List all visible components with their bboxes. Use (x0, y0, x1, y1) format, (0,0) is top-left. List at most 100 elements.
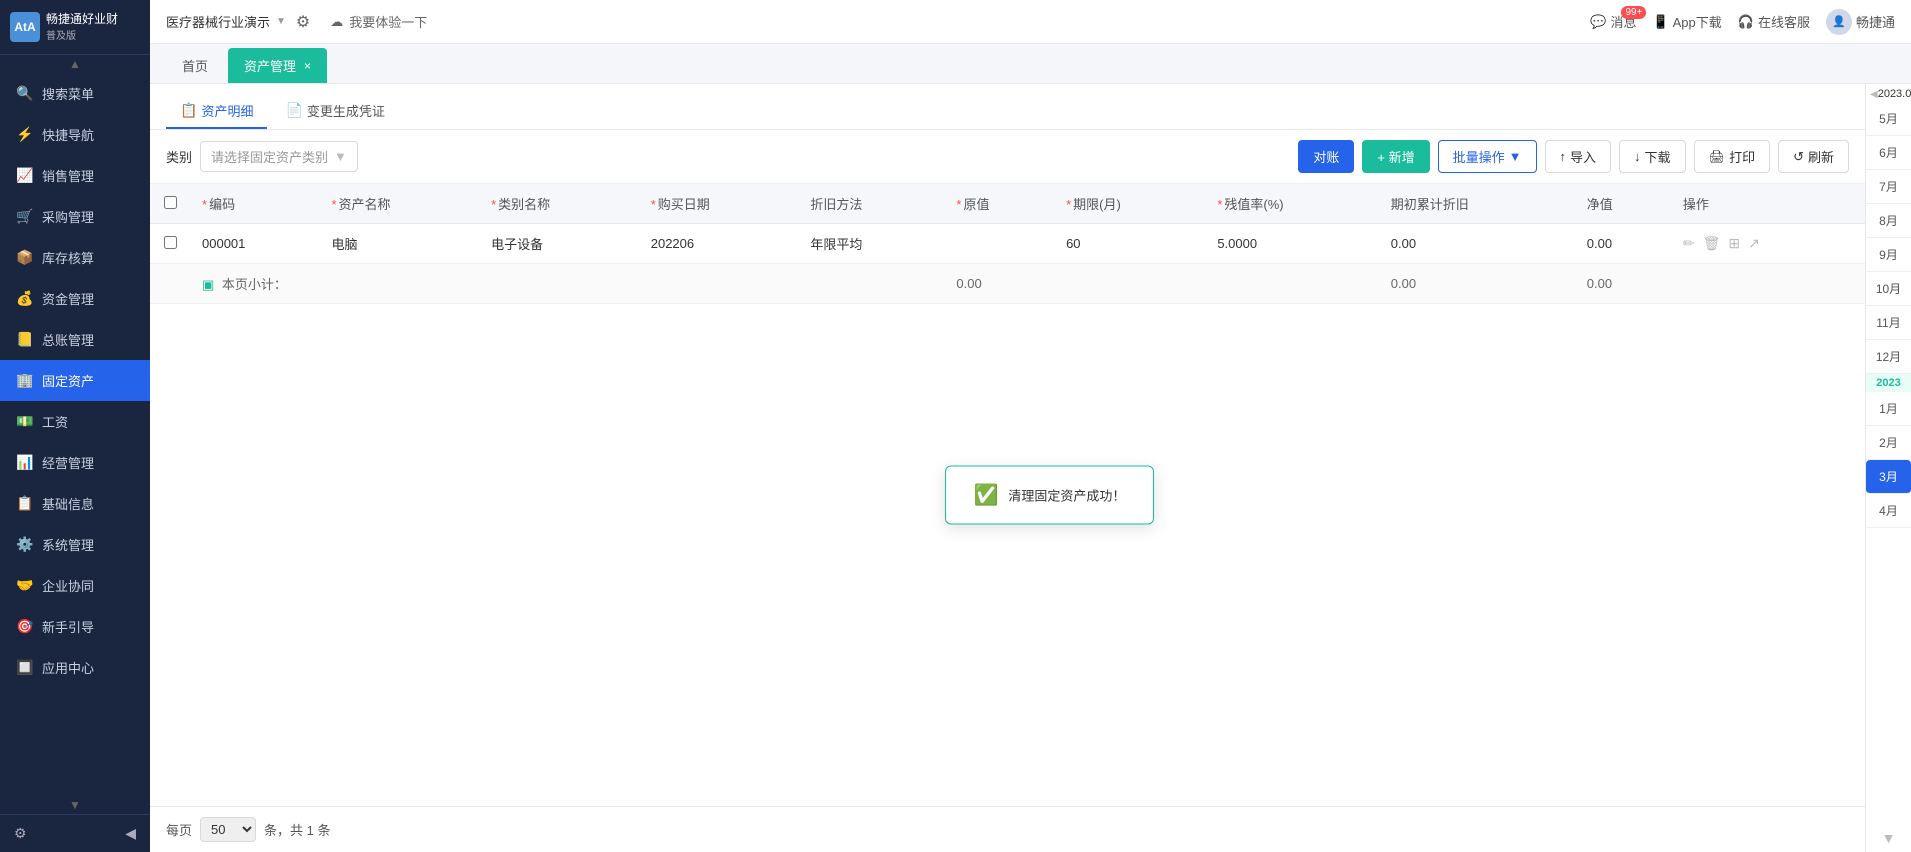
sidebar-item-label: 应用中心 (42, 658, 94, 677)
avatar: 👤 (1826, 9, 1852, 35)
sidebar-item-fixed-assets[interactable]: 🏢 固定资产 (0, 360, 150, 401)
settings-button[interactable]: ⚙ (296, 12, 310, 32)
sidebar-item-management[interactable]: 📊 经营管理 (0, 442, 150, 483)
download-label: 下载 (1645, 147, 1671, 166)
cal-month-1[interactable]: 1月 (1866, 392, 1911, 426)
cal-month-12[interactable]: 12月 (1866, 340, 1911, 374)
sidebar-item-payroll[interactable]: 💵 工资 (0, 401, 150, 442)
subtotal-icon: ▣ (202, 277, 214, 292)
delete-icon[interactable]: 🗑 (1703, 235, 1721, 252)
sidebar-item-basics[interactable]: 📋 基础信息 (0, 483, 150, 524)
print-button[interactable]: 🖨 打印 (1694, 140, 1771, 173)
tab-home[interactable]: 首页 (166, 48, 224, 83)
asset-table: *编码 *资产名称 *类别名称 *购买日期 折旧方法 *原值 *期限(月) *残… (150, 184, 1865, 304)
cell-accumulated: 0.00 (1379, 224, 1575, 264)
row-checkbox[interactable] (164, 236, 177, 249)
cal-month-2[interactable]: 2月 (1866, 426, 1911, 460)
import-button[interactable]: ↑ 导入 (1545, 140, 1612, 173)
col-original-value: *原值 (944, 184, 1054, 224)
refresh-icon: ↺ (1793, 149, 1804, 165)
copy-icon[interactable]: ⊞ (1728, 235, 1740, 252)
sidebar-item-label: 企业协同 (42, 576, 94, 595)
cal-month-3[interactable]: 3月 (1866, 460, 1911, 494)
sidebar-item-capital[interactable]: 💰 资金管理 (0, 278, 150, 319)
col-period: *期限(月) (1054, 184, 1205, 224)
company-selector[interactable]: 医疗器械行业演示 ▼ (166, 12, 286, 31)
cal-month-10[interactable]: 10月 (1866, 272, 1911, 306)
cal-month-7[interactable]: 7月 (1866, 170, 1911, 204)
sidebar-nav: 🔍 搜索菜单 ⚡ 快捷导航 📈 销售管理 🛒 采购管理 📦 库存核算 💰 资金管… (0, 73, 150, 796)
sidebar-item-search[interactable]: 🔍 搜索菜单 (0, 73, 150, 114)
subtotal-accumulated: 0.00 (1379, 264, 1575, 304)
download-button[interactable]: ↓ 下载 (1619, 140, 1686, 173)
app-download-button[interactable]: 📱 App下载 (1652, 12, 1721, 31)
reconcile-button[interactable]: 对账 (1298, 140, 1354, 173)
cal-month-9[interactable]: 9月 (1866, 238, 1911, 272)
row-checkbox-cell[interactable] (150, 224, 190, 264)
sidebar-item-system[interactable]: ⚙️ 系统管理 (0, 524, 150, 565)
message-badge: 99+ (1621, 6, 1646, 19)
cal-month-8[interactable]: 8月 (1866, 204, 1911, 238)
company-dropdown-icon: ▼ (276, 16, 286, 27)
select-all-checkbox[interactable] (164, 196, 177, 209)
subtab-asset-detail-label: 资产明细 (201, 101, 253, 120)
sidebar-item-sales[interactable]: 📈 销售管理 (0, 155, 150, 196)
cell-category: 电子设备 (479, 224, 639, 264)
ledger-icon: 📒 (16, 331, 34, 349)
experience-button[interactable]: ☁ 我要体验一下 (330, 12, 427, 31)
user-profile[interactable]: 👤 畅捷通 (1826, 9, 1895, 35)
sidebar-item-inventory[interactable]: 📦 库存核算 (0, 237, 150, 278)
online-service-button[interactable]: 🎧 在线客服 (1738, 12, 1810, 31)
sidebar-item-ledger[interactable]: 📒 总账管理 (0, 319, 150, 360)
subtab-asset-detail[interactable]: 📋 资产明细 (166, 94, 267, 129)
sidebar-item-guide[interactable]: 🎯 新手引导 (0, 606, 150, 647)
fixed-assets-icon: 🏢 (16, 372, 34, 390)
sidebar-item-label: 基础信息 (42, 494, 94, 513)
select-all-header[interactable] (150, 184, 190, 224)
more-icon[interactable]: ↗ (1748, 235, 1760, 252)
sidebar-logo: AtA 畅捷通好业财 普及版 (0, 0, 150, 55)
cell-net-value: 0.00 (1575, 224, 1671, 264)
message-button[interactable]: 💬 消息 99+ (1590, 12, 1636, 31)
cal-month-4[interactable]: 4月 (1866, 494, 1911, 528)
category-select[interactable]: 请选择固定资产类别 ▼ (200, 141, 358, 172)
sidebar-item-appcenter[interactable]: 🔲 应用中心 (0, 647, 150, 688)
edit-icon[interactable]: ✏ (1683, 235, 1695, 252)
subtab-change-voucher[interactable]: 📄 变更生成凭证 (271, 94, 398, 129)
settings-icon[interactable]: ⚙ (14, 825, 27, 842)
sidebar-item-label: 快捷导航 (42, 125, 94, 144)
refresh-button[interactable]: ↺ 刷新 (1778, 140, 1849, 173)
sidebar-item-quicknav[interactable]: ⚡ 快捷导航 (0, 114, 150, 155)
sidebar-item-purchase[interactable]: 🛒 采购管理 (0, 196, 150, 237)
sidebar-item-label: 库存核算 (42, 248, 94, 267)
cell-name: 电脑 (319, 224, 479, 264)
per-page-select[interactable]: 50 10 20 100 (200, 817, 256, 842)
collab-icon: 🤝 (16, 577, 34, 595)
tab-asset-management[interactable]: 资产管理 × (228, 48, 327, 83)
batch-button[interactable]: 批量操作 ▼ (1438, 140, 1537, 173)
collapse-icon[interactable]: ◀ (125, 825, 136, 842)
sidebar-scroll-down[interactable]: ▼ (69, 798, 81, 812)
col-accumulated: 期初累计折旧 (1379, 184, 1575, 224)
sidebar-item-label: 销售管理 (42, 166, 94, 185)
change-voucher-icon: 📄 (285, 102, 302, 119)
cal-year-label: 2023 (1866, 374, 1911, 392)
calendar-toggle[interactable]: ◀ (1870, 89, 1878, 100)
sidebar-item-collab[interactable]: 🤝 企业协同 (0, 565, 150, 606)
cal-month-6[interactable]: 6月 (1866, 136, 1911, 170)
toast-check-icon: ✅ (974, 483, 999, 508)
tab-close-icon[interactable]: × (304, 59, 311, 73)
quicknav-icon: ⚡ (16, 126, 34, 144)
online-service-label: 在线客服 (1758, 12, 1810, 31)
main-area: 医疗器械行业演示 ▼ ⚙ ☁ 我要体验一下 💬 消息 99+ 📱 App下载 🎧… (150, 0, 1911, 852)
cell-purchase-date: 202206 (639, 224, 799, 264)
cal-month-11[interactable]: 11月 (1866, 306, 1911, 340)
subtotal-row: ▣ 本页小计： 0.00 0.00 0.00 (150, 264, 1865, 304)
sales-icon: 📈 (16, 167, 34, 185)
cal-month-5[interactable]: 5月 (1866, 102, 1911, 136)
sidebar-scroll-up[interactable]: ▲ (69, 57, 81, 71)
cal-nav-down[interactable]: ▼ (1882, 830, 1896, 846)
new-button[interactable]: + 新增 (1362, 140, 1429, 173)
company-name: 医疗器械行业演示 (166, 12, 270, 31)
pagination: 每页 50 10 20 100 条，共 1 条 (150, 806, 1865, 852)
